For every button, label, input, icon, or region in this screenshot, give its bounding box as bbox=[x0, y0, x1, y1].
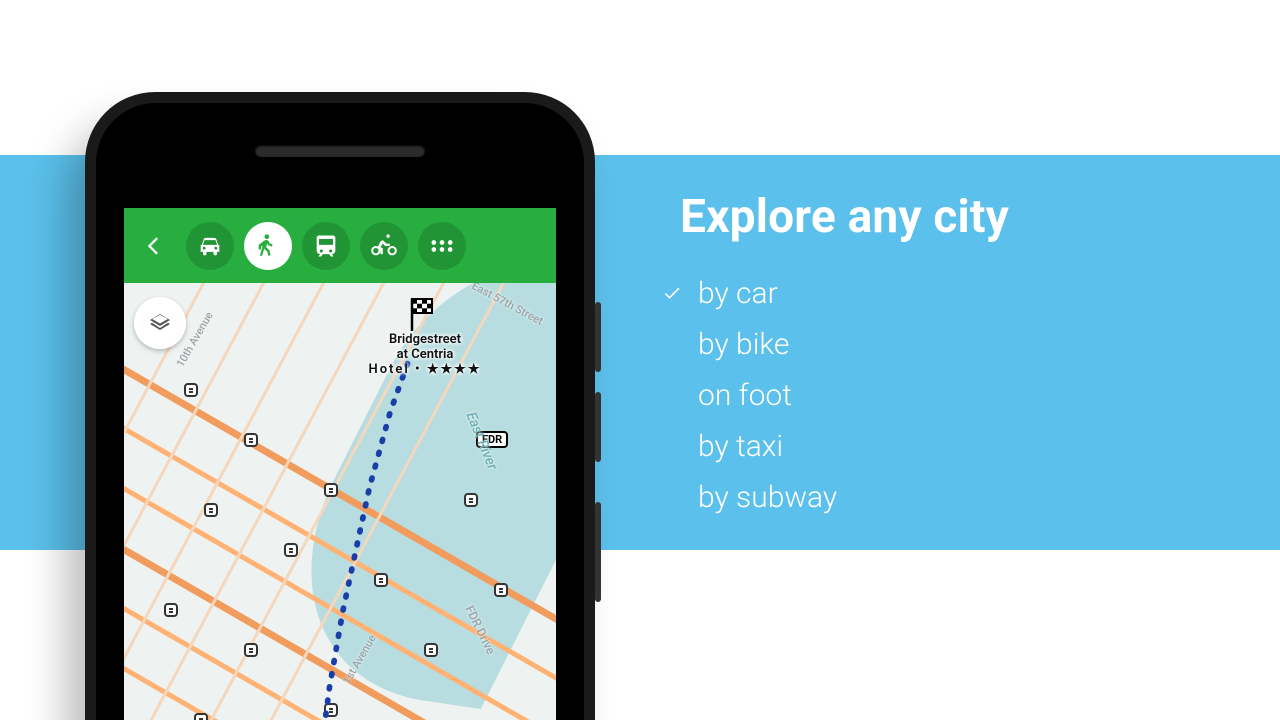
mode-taxi[interactable] bbox=[418, 222, 466, 270]
mode-car[interactable] bbox=[186, 222, 234, 270]
taxi-icon bbox=[428, 232, 456, 260]
layers-button[interactable] bbox=[134, 297, 186, 349]
subway-stop-icon bbox=[424, 643, 438, 657]
promo-item-label: by car bbox=[698, 268, 778, 319]
destination-name-1: Bridgestreet bbox=[360, 333, 490, 348]
phone-speaker bbox=[255, 145, 425, 157]
promo-item-taxi: by taxi bbox=[662, 421, 837, 472]
subway-stop-icon bbox=[374, 573, 388, 587]
transport-modes bbox=[186, 222, 466, 270]
promo-item-label: on foot bbox=[698, 370, 792, 421]
destination-label: Bridgestreet at Centria Hotel • ★★★★ bbox=[360, 333, 490, 378]
transit-icon bbox=[312, 232, 340, 260]
subway-stop-icon bbox=[244, 643, 258, 657]
phone-volume-down bbox=[595, 392, 601, 462]
subway-stop-icon bbox=[244, 433, 258, 447]
subway-stop-icon bbox=[284, 543, 298, 557]
destination-name-3: Hotel • ★★★★ bbox=[360, 363, 490, 378]
mode-transit[interactable] bbox=[302, 222, 350, 270]
phone-power bbox=[595, 502, 601, 602]
subway-stop-icon bbox=[184, 383, 198, 397]
promo-item-label: by subway bbox=[698, 472, 837, 523]
bike-icon bbox=[370, 232, 398, 260]
mode-walk[interactable] bbox=[244, 222, 292, 270]
chevron-left-icon bbox=[140, 232, 168, 260]
subway-stop-icon bbox=[464, 493, 478, 507]
promo-list: by car by bike on foot by taxi by subway bbox=[662, 268, 837, 523]
layers-icon bbox=[148, 311, 172, 335]
back-button[interactable] bbox=[134, 222, 174, 270]
routing-header bbox=[124, 208, 556, 283]
subway-stop-icon bbox=[164, 603, 178, 617]
subway-stop-icon bbox=[194, 713, 208, 720]
subway-stop-icon bbox=[324, 483, 338, 497]
phone-bezel: Bridgestreet at Centria Hotel • ★★★★ FDR… bbox=[96, 103, 584, 720]
check-icon bbox=[662, 268, 698, 319]
promo-headline: Explore any city bbox=[680, 190, 1009, 244]
promo-item-label: by bike bbox=[698, 319, 789, 370]
destination-flag-icon bbox=[408, 297, 438, 333]
destination-name-2: at Centria bbox=[360, 348, 490, 363]
promo-item-bike: by bike bbox=[662, 319, 837, 370]
subway-stop-icon bbox=[494, 583, 508, 597]
map-canvas[interactable]: Bridgestreet at Centria Hotel • ★★★★ FDR… bbox=[124, 283, 556, 720]
promo-item-subway: by subway bbox=[662, 472, 837, 523]
car-icon bbox=[196, 232, 224, 260]
phone-volume-up bbox=[595, 302, 601, 372]
mode-bike[interactable] bbox=[360, 222, 408, 270]
promo-item-car: by car bbox=[662, 268, 837, 319]
promo-item-label: by taxi bbox=[698, 421, 783, 472]
walk-icon bbox=[254, 232, 282, 260]
subway-stop-icon bbox=[204, 503, 218, 517]
promo-item-foot: on foot bbox=[662, 370, 837, 421]
subway-stop-icon bbox=[324, 703, 338, 717]
phone-frame: Bridgestreet at Centria Hotel • ★★★★ FDR… bbox=[85, 92, 595, 720]
app-screen: Bridgestreet at Centria Hotel • ★★★★ FDR… bbox=[124, 208, 556, 720]
promo-slide: Explore any city by car by bike on foot … bbox=[0, 0, 1280, 720]
